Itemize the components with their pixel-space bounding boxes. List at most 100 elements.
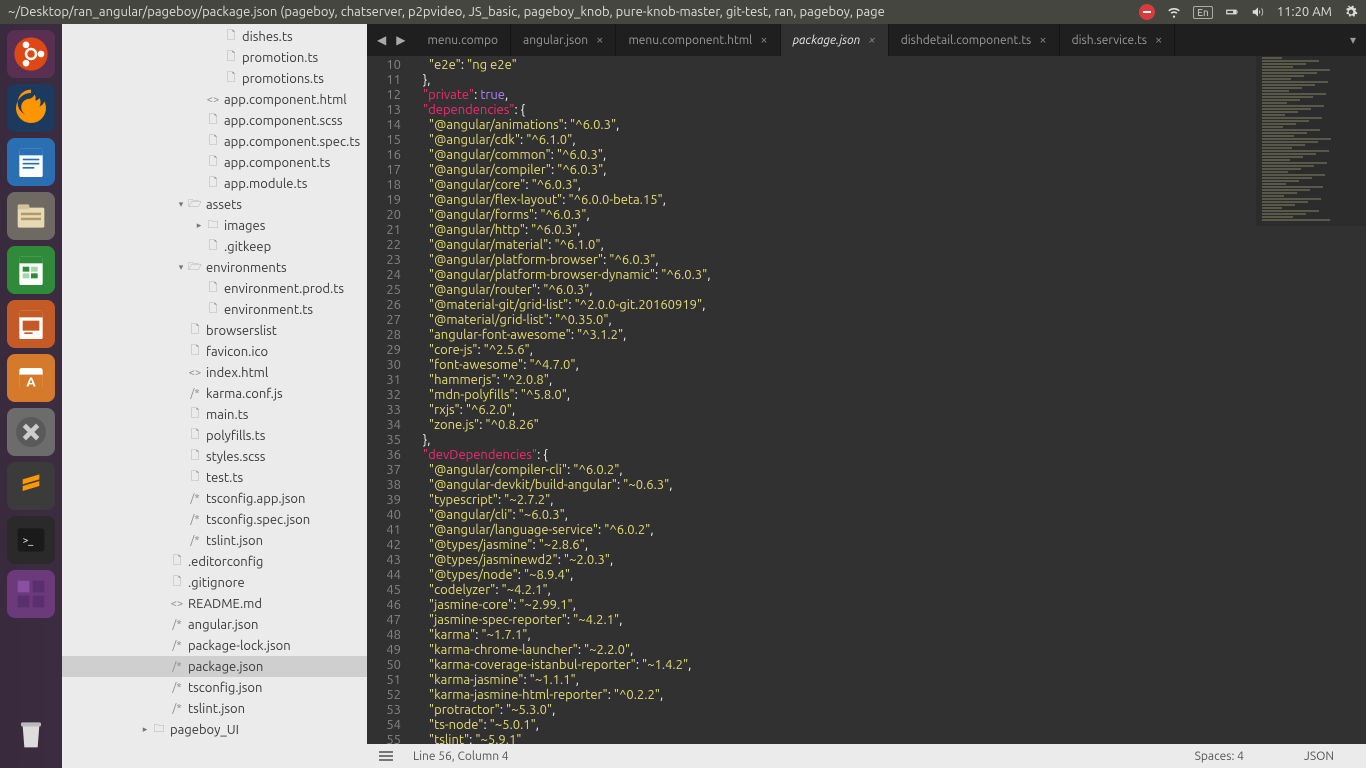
file-tree-sidebar[interactable]: 🗋dishes.ts🗋promotion.ts🗋promotions.ts<>a… bbox=[62, 24, 367, 768]
launcher-ubuntu[interactable] bbox=[7, 30, 55, 78]
tree-file[interactable]: 🗋environment.prod.ts bbox=[62, 278, 367, 299]
tree-label: README.md bbox=[186, 597, 262, 611]
tree-label: images bbox=[222, 219, 265, 233]
lang-indicator[interactable]: En bbox=[1193, 6, 1212, 19]
file-icon: /* bbox=[168, 682, 186, 694]
tab[interactable]: dishdetail.component.ts × bbox=[889, 24, 1060, 56]
file-icon: 🗋 bbox=[186, 447, 204, 466]
tree-file[interactable]: /*angular.json bbox=[62, 614, 367, 635]
tree-label: tsconfig.spec.json bbox=[204, 513, 310, 527]
tree-file[interactable]: 🗋main.ts bbox=[62, 404, 367, 425]
tree-arrow-icon[interactable]: ▾ bbox=[176, 199, 186, 210]
tree-label: app.module.ts bbox=[222, 177, 307, 191]
tree-file[interactable]: /*karma.conf.js bbox=[62, 383, 367, 404]
wifi-icon[interactable] bbox=[1167, 5, 1181, 19]
tab-label: dishdetail.component.ts bbox=[901, 34, 1032, 47]
launcher-terminal[interactable]: >_ bbox=[7, 516, 55, 564]
tree-file[interactable]: 🗋.gitkeep bbox=[62, 236, 367, 257]
tree-file[interactable]: 🗋app.module.ts bbox=[62, 173, 367, 194]
file-icon: 🗋 bbox=[204, 300, 222, 319]
tree-file[interactable]: 🗋favicon.ico bbox=[62, 341, 367, 362]
tree-label: .editorconfig bbox=[186, 555, 263, 569]
tab-close-icon[interactable]: × bbox=[596, 33, 603, 47]
tab-label: package.json bbox=[793, 34, 861, 47]
gear-icon[interactable] bbox=[1344, 5, 1358, 19]
tree-arrow-icon[interactable]: ▸ bbox=[140, 724, 150, 735]
tree-file[interactable]: 🗋app.component.scss bbox=[62, 110, 367, 131]
battery-icon[interactable] bbox=[1225, 5, 1239, 19]
tree-file[interactable]: 🗋environment.ts bbox=[62, 299, 367, 320]
tree-folder[interactable]: ▸🗀pageboy_UI bbox=[62, 719, 367, 740]
tree-file[interactable]: 🗋promotions.ts bbox=[62, 68, 367, 89]
tree-file[interactable]: 🗋app.component.ts bbox=[62, 152, 367, 173]
tree-file[interactable]: 🗋.gitignore bbox=[62, 572, 367, 593]
tree-arrow-icon[interactable]: ▸ bbox=[194, 220, 204, 231]
tree-file[interactable]: 🗋polyfills.ts bbox=[62, 425, 367, 446]
tree-label: .gitkeep bbox=[222, 240, 271, 254]
tab-prev-icon[interactable]: ◀ bbox=[377, 33, 386, 47]
tree-file[interactable]: /*tsconfig.app.json bbox=[62, 488, 367, 509]
tree-folder[interactable]: ▾🗁assets bbox=[62, 194, 367, 215]
file-icon: 🗋 bbox=[204, 132, 222, 151]
launcher-firefox[interactable] bbox=[7, 84, 55, 132]
tree-file[interactable]: <>index.html bbox=[62, 362, 367, 383]
tree-file[interactable]: <>app.component.html bbox=[62, 89, 367, 110]
tree-file[interactable]: /*package-lock.json bbox=[62, 635, 367, 656]
tab-close-icon[interactable]: × bbox=[868, 33, 875, 47]
syntax-mode[interactable]: JSON bbox=[1304, 750, 1334, 763]
code-content[interactable]: "e2e": "ng e2e" }, "private": true, "dep… bbox=[413, 56, 1366, 744]
volume-icon[interactable] bbox=[1251, 5, 1265, 19]
tree-file[interactable]: 🗋app.component.spec.ts bbox=[62, 131, 367, 152]
tab-next-icon[interactable]: ▶ bbox=[396, 33, 405, 47]
menu-icon[interactable] bbox=[379, 751, 393, 761]
launcher-software[interactable]: A bbox=[7, 354, 55, 402]
tab-close-icon[interactable]: × bbox=[1039, 33, 1046, 47]
launcher-impress[interactable] bbox=[7, 300, 55, 348]
tab-bar: ◀ ▶ menu.compoangular.json×menu.componen… bbox=[367, 24, 1366, 56]
tab[interactable]: menu.component.html× bbox=[616, 24, 780, 56]
tab-overflow-icon[interactable]: ▾ bbox=[1340, 24, 1366, 56]
tree-file[interactable]: 🗋promotion.ts bbox=[62, 47, 367, 68]
tree-file[interactable]: /*tslint.json bbox=[62, 530, 367, 551]
cursor-position[interactable]: Line 56, Column 4 bbox=[413, 750, 509, 763]
clock[interactable]: 11:20 AM bbox=[1277, 5, 1332, 19]
tree-file[interactable]: /*package.json bbox=[62, 656, 367, 677]
launcher-trash[interactable] bbox=[7, 710, 55, 758]
tab-nav[interactable]: ◀ ▶ bbox=[367, 24, 415, 56]
tree-file[interactable]: /*tslint.json bbox=[62, 698, 367, 719]
tree-label: app.component.scss bbox=[222, 114, 343, 128]
tree-label: browserslist bbox=[204, 324, 277, 338]
tree-file[interactable]: /*tsconfig.json bbox=[62, 677, 367, 698]
minimap[interactable] bbox=[1256, 56, 1366, 226]
tab-close-icon[interactable]: × bbox=[1155, 33, 1162, 47]
launcher-settings[interactable] bbox=[7, 408, 55, 456]
indent-setting[interactable]: Spaces: 4 bbox=[1195, 750, 1244, 763]
tab[interactable]: package.json × bbox=[781, 24, 889, 56]
tab[interactable]: angular.json × bbox=[511, 24, 616, 56]
tree-file[interactable]: 🗋test.ts bbox=[62, 467, 367, 488]
launcher-files[interactable] bbox=[7, 192, 55, 240]
tab-label: angular.json bbox=[523, 34, 588, 47]
launcher-calc[interactable] bbox=[7, 246, 55, 294]
launcher-sublime[interactable] bbox=[7, 462, 55, 510]
tree-file[interactable]: 🗋browserslist bbox=[62, 320, 367, 341]
tab[interactable]: dish.service.ts× bbox=[1060, 24, 1176, 56]
tree-file[interactable]: <>README.md bbox=[62, 593, 367, 614]
file-icon: <> bbox=[186, 367, 204, 379]
tree-folder[interactable]: ▾🗁environments bbox=[62, 257, 367, 278]
tree-file[interactable]: 🗋dishes.ts bbox=[62, 26, 367, 47]
tree-file[interactable]: 🗋.editorconfig bbox=[62, 551, 367, 572]
code-editor[interactable]: 1011121314151617181920212223242526272829… bbox=[367, 56, 1366, 744]
tab-close-icon[interactable]: × bbox=[760, 33, 767, 47]
tree-file[interactable]: /*tsconfig.spec.json bbox=[62, 509, 367, 530]
launcher-workspace[interactable] bbox=[7, 570, 55, 618]
tree-arrow-icon[interactable]: ▾ bbox=[176, 262, 186, 273]
launcher-writer[interactable] bbox=[7, 138, 55, 186]
tab[interactable]: menu.compo bbox=[415, 24, 511, 56]
close-icon[interactable] bbox=[1139, 4, 1155, 20]
tree-file[interactable]: 🗋styles.scss bbox=[62, 446, 367, 467]
tree-label: environment.ts bbox=[222, 303, 313, 317]
file-icon: 🗋 bbox=[186, 426, 204, 445]
tree-label: pageboy_UI bbox=[168, 723, 239, 737]
tree-folder[interactable]: ▸🗀images bbox=[62, 215, 367, 236]
